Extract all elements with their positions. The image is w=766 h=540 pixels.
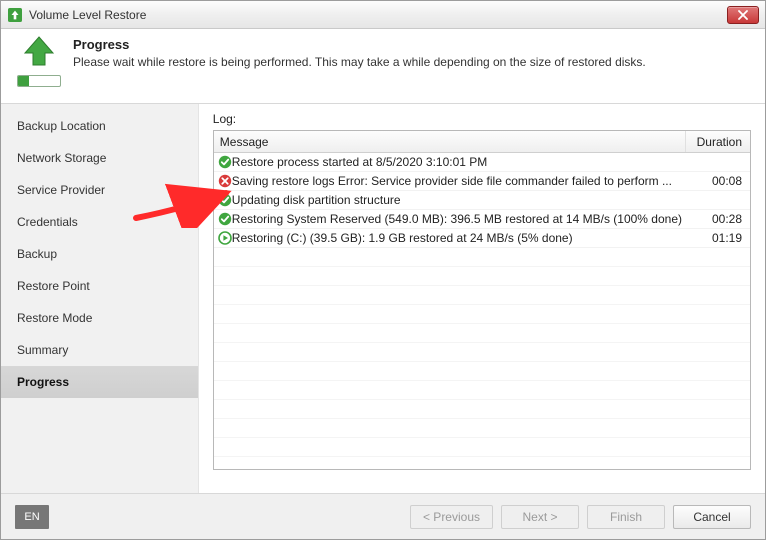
log-row[interactable]: Restoring System Reserved (549.0 MB): 39…	[214, 210, 750, 229]
log-message: Saving restore logs Error: Service provi…	[232, 174, 686, 188]
progress-header-icon	[13, 35, 65, 95]
titlebar: Volume Level Restore	[1, 1, 765, 29]
finish-button[interactable]: Finish	[587, 505, 665, 529]
previous-button[interactable]: < Previous	[410, 505, 493, 529]
button-label: < Previous	[423, 510, 480, 524]
success-icon	[214, 193, 232, 207]
app-icon	[7, 7, 23, 23]
log-row-empty	[214, 362, 750, 381]
header-title: Progress	[73, 37, 753, 52]
button-label: Cancel	[693, 510, 730, 524]
sidebar-item-label: Network Storage	[17, 151, 106, 165]
cancel-button[interactable]: Cancel	[673, 505, 751, 529]
log-row-empty	[214, 457, 750, 470]
wizard-sidebar: Backup Location Network Storage Service …	[1, 104, 199, 496]
log-message: Restoring (C:) (39.5 GB): 1.9 GB restore…	[232, 231, 686, 245]
wizard-footer: EN < Previous Next > Finish Cancel	[1, 493, 765, 539]
sidebar-item-label: Backup Location	[17, 119, 106, 133]
window-close-button[interactable]	[727, 6, 759, 24]
progress-bar-mini	[17, 75, 61, 87]
log-row-empty	[214, 343, 750, 362]
sidebar-item-credentials[interactable]: Credentials	[1, 206, 198, 238]
log-row-empty	[214, 419, 750, 438]
sidebar-item-label: Summary	[17, 343, 68, 357]
sidebar-item-label: Progress	[17, 375, 69, 389]
language-button[interactable]: EN	[15, 505, 49, 529]
next-button[interactable]: Next >	[501, 505, 579, 529]
log-row[interactable]: Updating disk partition structure	[214, 191, 750, 210]
log-row-empty	[214, 267, 750, 286]
log-row[interactable]: Restoring (C:) (39.5 GB): 1.9 GB restore…	[214, 229, 750, 248]
sidebar-item-label: Restore Mode	[17, 311, 92, 325]
log-label: Log:	[213, 112, 751, 126]
log-col-message[interactable]: Message	[214, 131, 686, 152]
success-icon	[214, 212, 232, 226]
window-title: Volume Level Restore	[29, 8, 727, 22]
log-row[interactable]: Restore process started at 8/5/2020 3:10…	[214, 153, 750, 172]
sidebar-item-progress[interactable]: Progress	[1, 366, 198, 398]
log-col-duration[interactable]: Duration	[686, 131, 750, 152]
log-row[interactable]: Saving restore logs Error: Service provi…	[214, 172, 750, 191]
sidebar-item-summary[interactable]: Summary	[1, 334, 198, 366]
sidebar-item-service-provider[interactable]: Service Provider	[1, 174, 198, 206]
sidebar-item-backup[interactable]: Backup	[1, 238, 198, 270]
log-row-empty	[214, 248, 750, 267]
main-panel: Log: Message Duration Restore process st…	[199, 104, 765, 496]
error-icon	[214, 174, 232, 188]
button-label: Finish	[610, 510, 642, 524]
sidebar-item-network-storage[interactable]: Network Storage	[1, 142, 198, 174]
language-label: EN	[24, 511, 39, 523]
header-description: Please wait while restore is being perfo…	[73, 55, 753, 69]
button-label: Next >	[522, 510, 557, 524]
log-row-empty	[214, 400, 750, 419]
log-row-empty	[214, 305, 750, 324]
sidebar-item-restore-mode[interactable]: Restore Mode	[1, 302, 198, 334]
running-icon	[214, 231, 232, 245]
sidebar-item-restore-point[interactable]: Restore Point	[1, 270, 198, 302]
log-row-empty	[214, 438, 750, 457]
log-message: Restoring System Reserved (549.0 MB): 39…	[232, 212, 686, 226]
log-duration: 01:19	[686, 231, 750, 245]
wizard-header: Progress Please wait while restore is be…	[1, 29, 765, 104]
log-row-empty	[214, 286, 750, 305]
log-table: Message Duration Restore process started…	[213, 130, 751, 470]
sidebar-item-backup-location[interactable]: Backup Location	[1, 110, 198, 142]
log-row-empty	[214, 324, 750, 343]
log-table-header: Message Duration	[214, 131, 750, 153]
log-row-empty	[214, 381, 750, 400]
log-message: Updating disk partition structure	[232, 193, 686, 207]
log-duration: 00:28	[686, 212, 750, 226]
sidebar-item-label: Restore Point	[17, 279, 90, 293]
sidebar-item-label: Backup	[17, 247, 57, 261]
sidebar-item-label: Credentials	[17, 215, 78, 229]
log-message: Restore process started at 8/5/2020 3:10…	[232, 155, 686, 169]
sidebar-item-label: Service Provider	[17, 183, 105, 197]
success-icon	[214, 155, 232, 169]
log-duration: 00:08	[686, 174, 750, 188]
